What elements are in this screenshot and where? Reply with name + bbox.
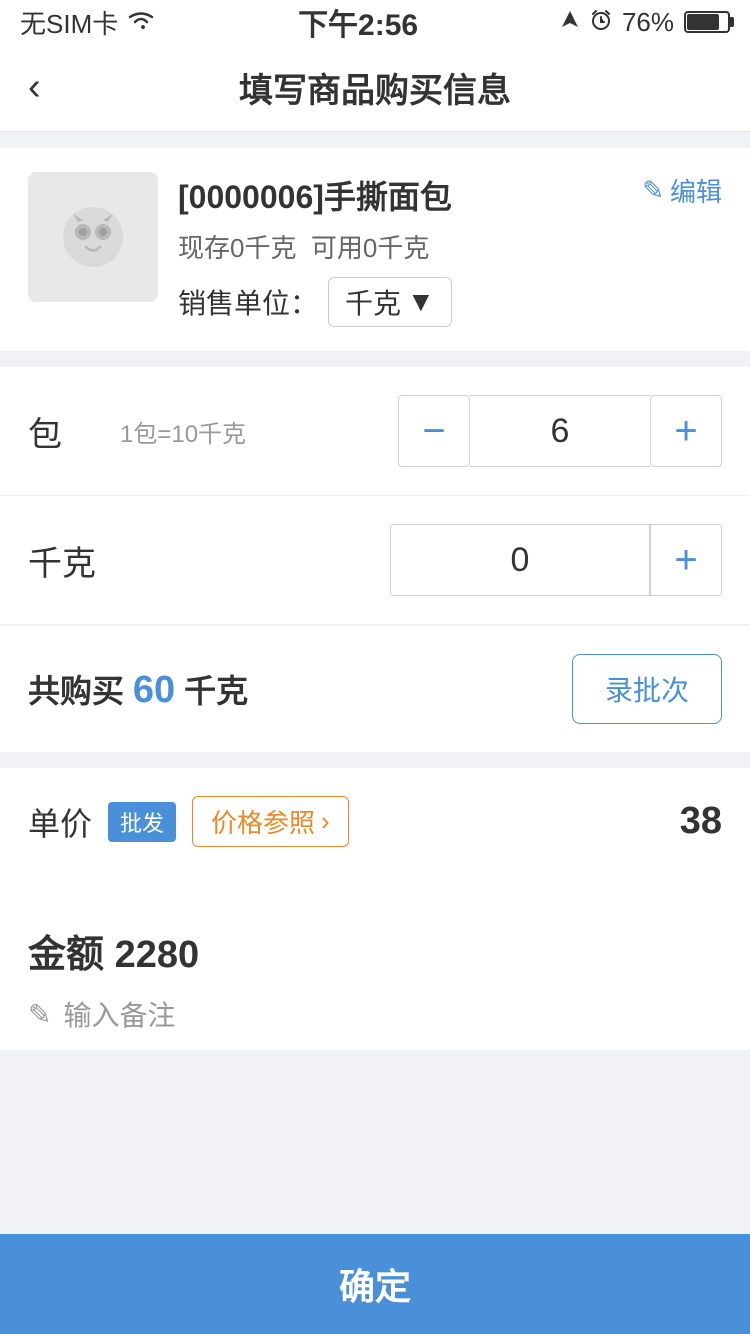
confirm-button[interactable]: 确定 <box>339 1258 411 1310</box>
location-icon <box>560 7 580 38</box>
status-left: 无SIM卡 <box>20 4 156 41</box>
price-row: 单价 批发 价格参照 › 38 <box>28 796 722 847</box>
alarm-icon <box>590 7 612 38</box>
edit-icon: ✎ <box>642 175 664 206</box>
amount-section: 金额 2280 ✎ 输入备注 <box>0 899 750 1050</box>
battery-icon <box>684 11 730 33</box>
quantity-row-bag: 包 1包=10千克 − + <box>0 367 750 496</box>
amount-row: 金额 2280 <box>28 923 722 978</box>
note-placeholder: 输入备注 <box>63 994 175 1034</box>
wifi-icon <box>126 7 156 38</box>
qty-input-kg[interactable] <box>390 524 650 596</box>
qty-label-bag: 包 <box>28 407 108 456</box>
total-row: 共购买 60 千克 录批次 <box>0 625 750 752</box>
price-label: 单价 <box>28 799 92 845</box>
note-icon: ✎ <box>28 998 51 1031</box>
carrier-text: 无SIM卡 <box>20 4 118 41</box>
unit-select[interactable]: 千克 ▼ <box>328 277 452 327</box>
quantity-section: 包 1包=10千克 − + 千克 + 共购买 60 千克 录批次 <box>0 367 750 752</box>
status-bar: 无SIM卡 下午2:56 76% <box>0 0 750 44</box>
total-text: 共购买 60 千克 <box>28 666 248 712</box>
quantity-control-kg: + <box>390 524 722 596</box>
status-right: 76% <box>560 7 730 38</box>
price-value: 38 <box>680 800 722 843</box>
qty-sub-label-bag: 1包=10千克 <box>120 414 398 449</box>
qty-label-kg: 千克 <box>28 536 108 585</box>
product-name: [0000006]手撕面包 <box>178 172 722 218</box>
product-stock: 现存0千克 可用0千克 <box>178 228 722 265</box>
status-time: 下午2:56 <box>298 0 418 44</box>
product-info: [0000006]手撕面包 现存0千克 可用0千克 销售单位： 千克 ▼ <box>178 172 722 327</box>
price-tag: 批发 <box>108 802 176 842</box>
qty-input-bag[interactable] <box>470 395 650 467</box>
decrease-bag-button[interactable]: − <box>398 395 470 467</box>
price-ref-button[interactable]: 价格参照 › <box>192 796 349 847</box>
product-image <box>28 172 158 302</box>
increase-kg-button[interactable]: + <box>650 524 722 596</box>
edit-button[interactable]: ✎ 编辑 <box>642 172 722 209</box>
quantity-row-kg: 千克 + <box>0 496 750 625</box>
product-card: [0000006]手撕面包 现存0千克 可用0千克 销售单位： 千克 ▼ ✎ 编… <box>0 148 750 351</box>
battery-percent: 76% <box>622 7 674 38</box>
nav-bar: ‹ 填写商品购买信息 <box>0 44 750 132</box>
product-unit: 销售单位： 千克 ▼ <box>178 277 722 327</box>
quantity-control-bag: − + <box>398 395 722 467</box>
price-ref-icon: › <box>321 806 330 837</box>
confirm-bar[interactable]: 确定 <box>0 1234 750 1334</box>
increase-bag-button[interactable]: + <box>650 395 722 467</box>
back-button[interactable]: ‹ <box>28 66 41 109</box>
record-batch-button[interactable]: 录批次 <box>572 654 722 724</box>
price-section: 单价 批发 价格参照 › 38 <box>0 768 750 899</box>
page-title: 填写商品购买信息 <box>239 63 511 112</box>
note-row[interactable]: ✎ 输入备注 <box>28 994 722 1034</box>
